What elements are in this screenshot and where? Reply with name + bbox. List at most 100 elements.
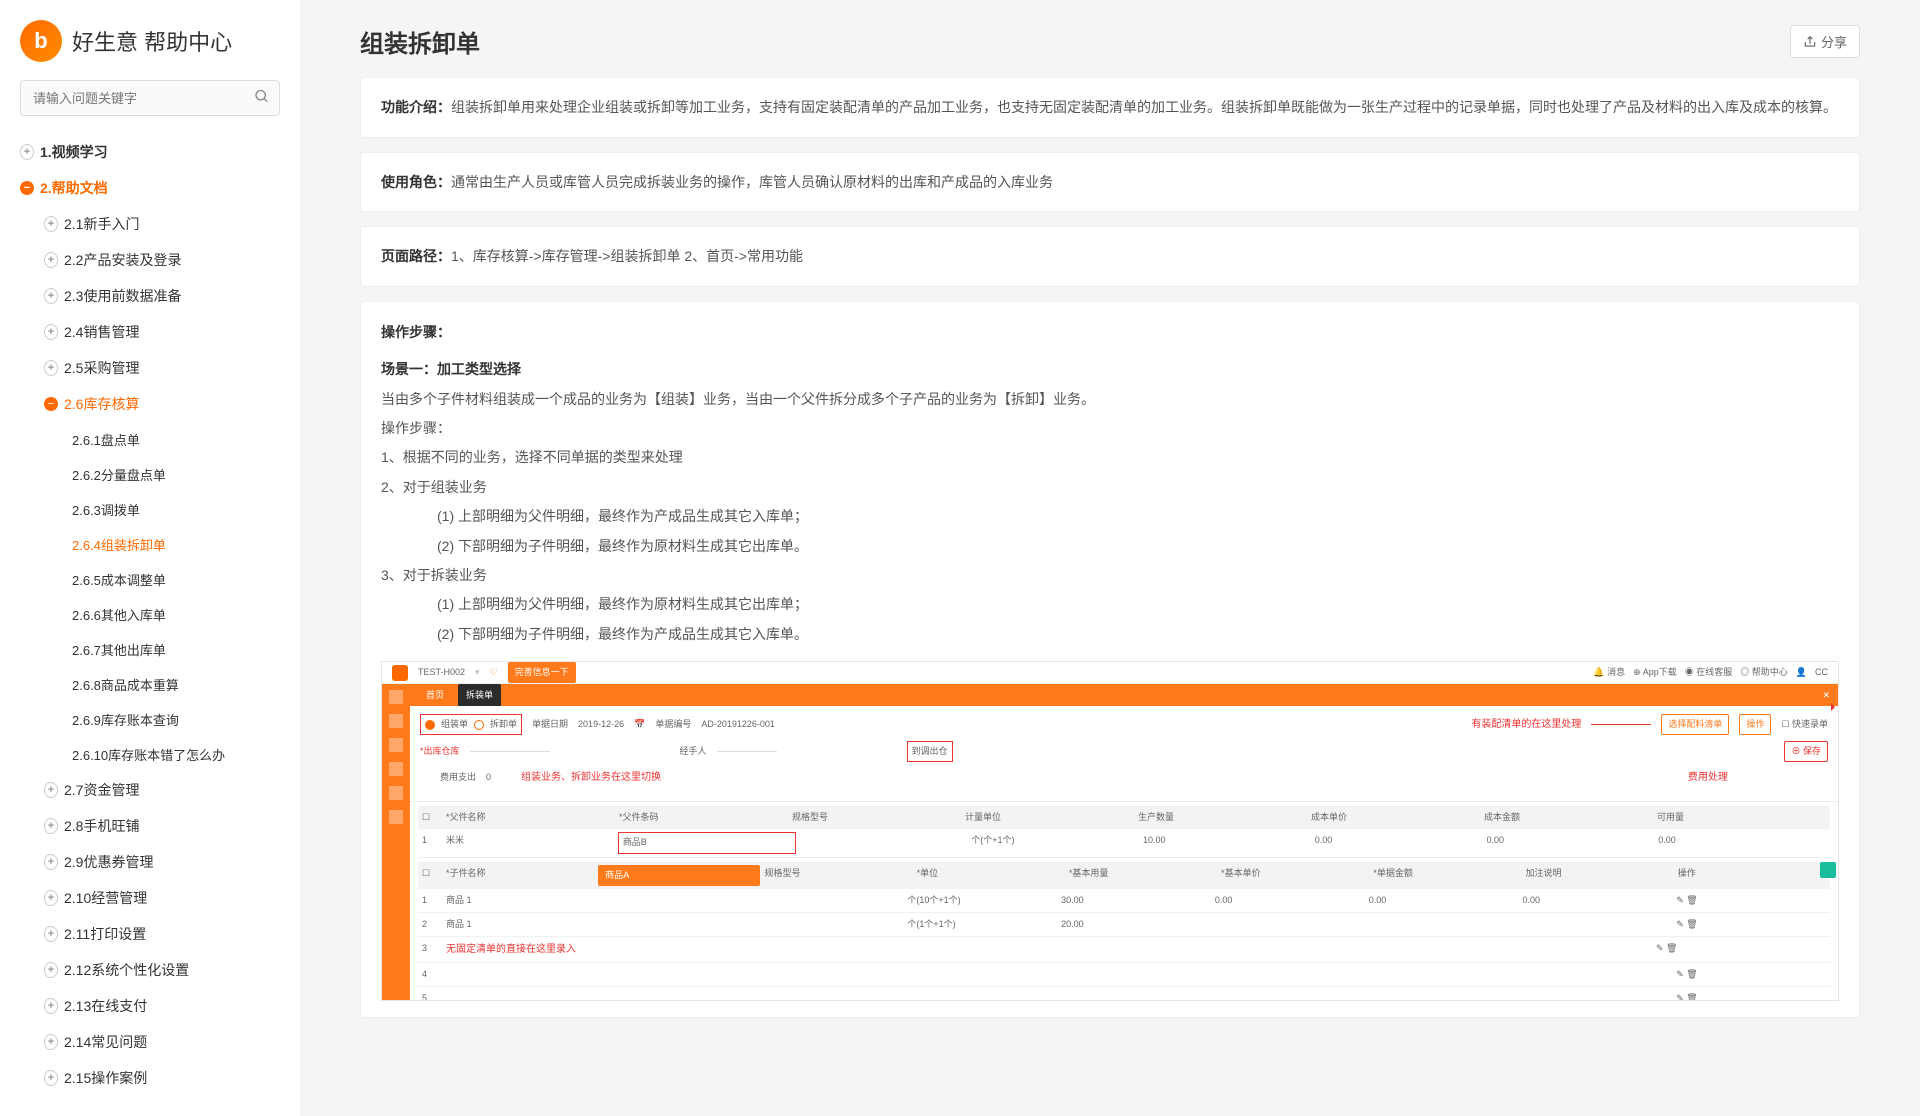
search-input[interactable] bbox=[20, 80, 280, 116]
nav-2610[interactable]: 2.6.10库存账本错了怎么办 bbox=[20, 737, 280, 772]
ss-msg: 🔔 消息 bbox=[1593, 664, 1625, 681]
share-button[interactable]: 分享 bbox=[1790, 25, 1860, 58]
plus-icon bbox=[44, 927, 58, 941]
nav-267[interactable]: 2.6.7其他出库单 bbox=[20, 632, 280, 667]
path-card: 页面路径：1、库存核算->库存管理->组装拆卸单 2、首页->常用功能 bbox=[360, 226, 1860, 287]
ss-radio-group: 组装单 拆卸单 bbox=[420, 714, 522, 735]
ss-note4: 无固定清单的直接在这里录入 bbox=[446, 940, 956, 959]
nav-264[interactable]: 2.6.4组装拆卸单 bbox=[20, 527, 280, 562]
steps-heading: 操作步骤： bbox=[381, 324, 451, 340]
plus-icon bbox=[44, 999, 58, 1013]
nav-215[interactable]: 2.15操作案例 bbox=[20, 1060, 280, 1096]
ss-btn-op: 操作 bbox=[1739, 714, 1771, 735]
nav-25[interactable]: 2.5采购管理 bbox=[20, 350, 280, 386]
nav-docs[interactable]: 2.帮助文档 bbox=[20, 170, 280, 206]
ss-left-nav bbox=[382, 684, 410, 1001]
nav-tree: 1.视频学习 2.帮助文档 2.1新手入门 2.2产品安装及登录 2.3使用前数… bbox=[20, 134, 280, 1096]
path-label: 页面路径： bbox=[381, 248, 451, 264]
nav-213[interactable]: 2.13在线支付 bbox=[20, 988, 280, 1024]
nav-26[interactable]: 2.6库存核算 bbox=[20, 386, 280, 422]
embedded-screenshot: TEST-H002 ▾ ♡ 完善信息一下 🔔 消息 ⊕ App下载 ◉ 在线客服… bbox=[381, 661, 1839, 1001]
step-3a: (1) 上部明细为父件明细，最终作为原材料生成其它出库单； bbox=[381, 590, 1839, 619]
ss-table: ☐ *父件名称*父件条码规格型号计量单位生产数量成本单价成本金额可用量 1 米米… bbox=[410, 802, 1838, 1001]
plus-icon bbox=[44, 217, 58, 231]
plus-icon bbox=[44, 289, 58, 303]
ss-tabs: 首页 拆装单 ✕ bbox=[410, 684, 1838, 706]
ss-note3: 费用处理 bbox=[1688, 768, 1728, 787]
intro-card: 功能介绍：组装拆卸单用来处理企业组装或拆卸等加工业务，支持有固定装配清单的产品加… bbox=[360, 77, 1860, 138]
ss-service: ◉ 在线客服 bbox=[1685, 664, 1733, 681]
step-3b: (2) 下部明细为子件明细，最终作为产成品生成其它入库单。 bbox=[381, 620, 1839, 649]
nav-video[interactable]: 1.视频学习 bbox=[20, 134, 280, 170]
role-label: 使用角色： bbox=[381, 174, 451, 190]
step-2b: (2) 下部明细为子件明细，最终作为原材料生成其它出库单。 bbox=[381, 532, 1839, 561]
nav-27[interactable]: 2.7资金管理 bbox=[20, 772, 280, 808]
nav-266[interactable]: 2.6.6其他入库单 bbox=[20, 597, 280, 632]
substeps-label: 操作步骤： bbox=[381, 414, 1839, 443]
ss-note2: 组装业务、拆卸业务在这里切换 bbox=[521, 768, 661, 787]
ss-app: ⊕ App下载 bbox=[1633, 664, 1677, 681]
step-2: 2、对于组装业务 bbox=[381, 473, 1839, 502]
plus-icon bbox=[44, 783, 58, 797]
ss-env: TEST-H002 bbox=[418, 664, 465, 681]
nav-23[interactable]: 2.3使用前数据准备 bbox=[20, 278, 280, 314]
ss-save-icon: ⊕ 保存 bbox=[1784, 741, 1828, 762]
nav-28[interactable]: 2.8手机旺铺 bbox=[20, 808, 280, 844]
logo-icon: b bbox=[20, 20, 62, 62]
nav-22[interactable]: 2.2产品安装及登录 bbox=[20, 242, 280, 278]
step-2a: (1) 上部明细为父件明细，最终作为产成品生成其它入库单； bbox=[381, 502, 1839, 531]
intro-label: 功能介绍： bbox=[381, 99, 451, 115]
minus-icon bbox=[44, 397, 58, 411]
nav-21[interactable]: 2.1新手入门 bbox=[20, 206, 280, 242]
nav-261[interactable]: 2.6.1盘点单 bbox=[20, 422, 280, 457]
step-1: 1、根据不同的业务，选择不同单据的类型来处理 bbox=[381, 443, 1839, 472]
plus-icon bbox=[44, 891, 58, 905]
main-content: 组装拆卸单 分享 功能介绍：组装拆卸单用来处理企业组装或拆卸等加工业务，支持有固… bbox=[300, 0, 1920, 1116]
ss-note1: 有装配清单的在这里处理 bbox=[1471, 715, 1581, 734]
scene1-desc: 当由多个子件材料组装成一个成品的业务为【组装】业务，当由一个父件拆分成多个子产品… bbox=[381, 385, 1839, 414]
steps-card: 操作步骤： 场景一：加工类型选择 当由多个子件材料组装成一个成品的业务为【组装】… bbox=[360, 301, 1860, 1018]
plus-icon bbox=[44, 361, 58, 375]
page-title: 组装拆卸单 bbox=[360, 24, 480, 59]
logo-row: b 好生意 帮助中心 bbox=[20, 20, 280, 62]
share-icon bbox=[1803, 35, 1817, 49]
plus-icon bbox=[44, 1035, 58, 1049]
search-icon[interactable] bbox=[254, 89, 270, 108]
ss-help: ◎ 帮助中心 bbox=[1740, 664, 1788, 681]
ss-btn-list: 选择配料清单 bbox=[1661, 714, 1729, 735]
ss-fab-icon bbox=[1820, 862, 1836, 878]
role-card: 使用角色：通常由生产人员或库管人员完成拆装业务的操作，库管人员确认原材料的出库和… bbox=[360, 152, 1860, 213]
ss-logo-icon bbox=[392, 665, 408, 681]
plus-icon bbox=[44, 819, 58, 833]
scene1-title: 场景一：加工类型选择 bbox=[381, 361, 521, 377]
plus-icon bbox=[20, 145, 34, 159]
nav-268[interactable]: 2.6.8商品成本重算 bbox=[20, 667, 280, 702]
nav-263[interactable]: 2.6.3调拨单 bbox=[20, 492, 280, 527]
plus-icon bbox=[44, 963, 58, 977]
plus-icon bbox=[44, 1071, 58, 1085]
site-title: 好生意 帮助中心 bbox=[72, 25, 232, 57]
ss-avatar: 👤 bbox=[1796, 664, 1807, 681]
ss-btn-fast: ☐ 快速录单 bbox=[1781, 716, 1828, 733]
plus-icon bbox=[44, 253, 58, 267]
ss-tab-doc: 拆装单 bbox=[458, 684, 501, 707]
nav-265[interactable]: 2.6.5成本调整单 bbox=[20, 562, 280, 597]
search-box bbox=[20, 80, 280, 116]
path-text: 1、库存核算->库存管理->组装拆卸单 2、首页->常用功能 bbox=[451, 248, 803, 264]
plus-icon bbox=[44, 325, 58, 339]
nav-210[interactable]: 2.10经营管理 bbox=[20, 880, 280, 916]
ss-dept: 到调出仓 bbox=[907, 741, 953, 762]
nav-29[interactable]: 2.9优惠券管理 bbox=[20, 844, 280, 880]
ss-tab-home: 首页 bbox=[418, 684, 452, 707]
minus-icon bbox=[20, 181, 34, 195]
nav-24[interactable]: 2.4销售管理 bbox=[20, 314, 280, 350]
ss-top-btn: 完善信息一下 bbox=[508, 662, 576, 683]
nav-269[interactable]: 2.6.9库存账本查询 bbox=[20, 702, 280, 737]
step-3: 3、对于拆装业务 bbox=[381, 561, 1839, 590]
nav-262[interactable]: 2.6.2分量盘点单 bbox=[20, 457, 280, 492]
nav-214[interactable]: 2.14常见问题 bbox=[20, 1024, 280, 1060]
ss-topbar: TEST-H002 ▾ ♡ 完善信息一下 🔔 消息 ⊕ App下载 ◉ 在线客服… bbox=[382, 662, 1838, 684]
nav-211[interactable]: 2.11打印设置 bbox=[20, 916, 280, 952]
role-text: 通常由生产人员或库管人员完成拆装业务的操作，库管人员确认原材料的出库和产成品的入… bbox=[451, 174, 1053, 190]
nav-212[interactable]: 2.12系统个性化设置 bbox=[20, 952, 280, 988]
